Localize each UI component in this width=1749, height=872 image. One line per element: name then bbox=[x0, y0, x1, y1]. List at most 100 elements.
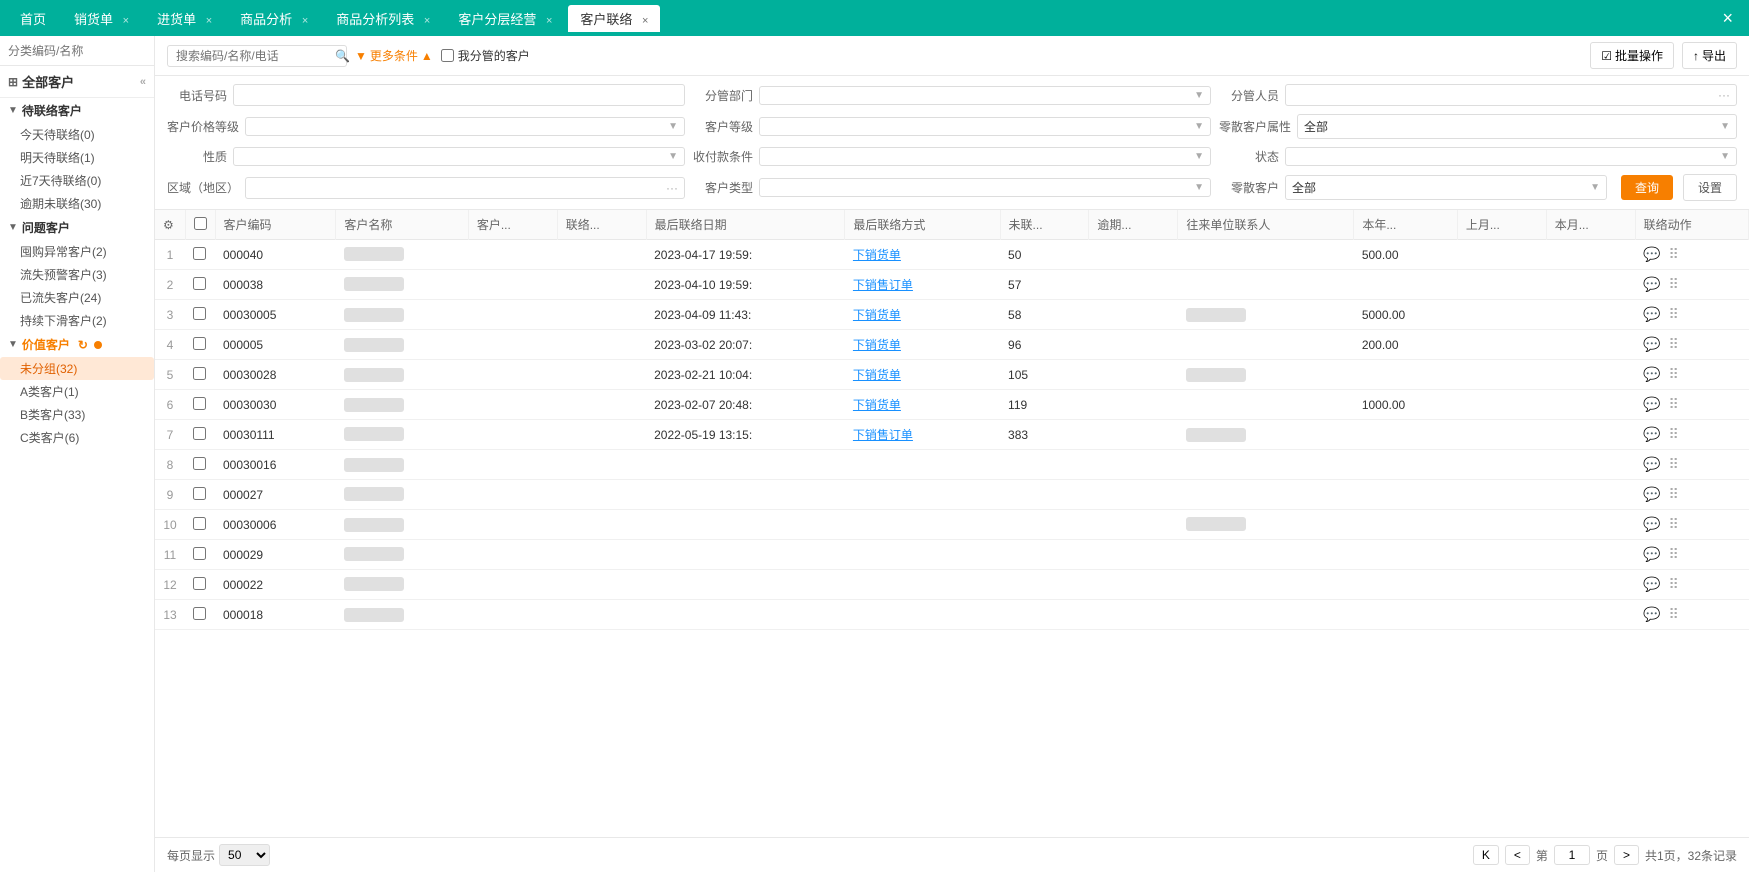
row-checkbox[interactable] bbox=[193, 517, 206, 530]
row-checkbox[interactable] bbox=[193, 397, 206, 410]
sidebar-item-class-a[interactable]: A类客户(1) bbox=[0, 380, 154, 403]
sidebar-group-pending[interactable]: ▼ 待联络客户 bbox=[0, 98, 154, 123]
more-action-icon[interactable]: ⠿ bbox=[1669, 366, 1679, 383]
more-action-icon[interactable]: ⠿ bbox=[1669, 336, 1679, 353]
select-all-checkbox[interactable] bbox=[194, 217, 207, 230]
sidebar-group-problem[interactable]: ▼ 问题客户 bbox=[0, 215, 154, 240]
contact-action-icon[interactable]: 💬 bbox=[1643, 606, 1660, 623]
manager-input[interactable]: ··· bbox=[1285, 84, 1737, 106]
sidebar-item-tomorrow[interactable]: 明天待联络(1) bbox=[0, 146, 154, 169]
sidebar-item-ungroup[interactable]: 未分组(32) bbox=[0, 357, 154, 380]
dept-select[interactable]: ▼ bbox=[759, 86, 1211, 105]
main-search-input[interactable] bbox=[176, 49, 331, 63]
row-checkbox[interactable] bbox=[193, 367, 206, 380]
query-btn[interactable]: 查询 bbox=[1621, 175, 1673, 200]
nav-tab-customer-contact[interactable]: 客户联络 × bbox=[568, 5, 660, 32]
sidebar-item-churn-warning[interactable]: 流失预警客户(3) bbox=[0, 263, 154, 286]
customer-level-select[interactable]: ▼ bbox=[759, 117, 1211, 136]
my-customer-checkbox[interactable]: 我分管的客户 bbox=[441, 47, 530, 64]
customer-type-select[interactable]: ▼ bbox=[759, 178, 1211, 197]
more-action-icon[interactable]: ⠿ bbox=[1669, 396, 1679, 413]
sidebar-item-class-b[interactable]: B类客户(33) bbox=[0, 403, 154, 426]
sidebar-search-input[interactable] bbox=[8, 44, 155, 58]
nav-tab-customer-ops[interactable]: 客户分层经营 × bbox=[446, 5, 564, 32]
sidebar-item-hoarding[interactable]: 囤购异常客户(2) bbox=[0, 240, 154, 263]
main-search-icon[interactable]: 🔍 bbox=[335, 49, 350, 63]
th-settings[interactable]: ⚙ bbox=[155, 210, 185, 240]
last-contact-type-link[interactable]: 下销货单 bbox=[853, 338, 901, 352]
contact-action-icon[interactable]: 💬 bbox=[1643, 276, 1660, 293]
status-select[interactable]: ▼ bbox=[1285, 147, 1737, 166]
more-conditions-btn[interactable]: ▼ 更多条件 ▲ bbox=[355, 47, 433, 64]
more-action-icon[interactable]: ⠿ bbox=[1669, 576, 1679, 593]
window-close-icon[interactable]: × bbox=[1714, 8, 1741, 29]
more-action-icon[interactable]: ⠿ bbox=[1669, 516, 1679, 533]
sidebar-all-customers[interactable]: ⊞ 全部客户 « bbox=[0, 66, 154, 98]
collapse-icon[interactable]: « bbox=[140, 76, 146, 88]
region-input[interactable]: ··· bbox=[245, 177, 685, 199]
first-page-btn[interactable]: K bbox=[1473, 845, 1499, 865]
row-checkbox[interactable] bbox=[193, 247, 206, 260]
close-purchase-icon[interactable]: × bbox=[206, 15, 212, 27]
contact-action-icon[interactable]: 💬 bbox=[1643, 486, 1660, 503]
last-contact-type-link[interactable]: 下销售订单 bbox=[853, 278, 913, 292]
prev-page-btn[interactable]: < bbox=[1505, 845, 1530, 865]
sidebar-item-class-c[interactable]: C类客户(6) bbox=[0, 426, 154, 449]
row-checkbox[interactable] bbox=[193, 607, 206, 620]
nature-select[interactable]: ▼ bbox=[233, 147, 685, 166]
more-action-icon[interactable]: ⠿ bbox=[1669, 486, 1679, 503]
sidebar-item-declining[interactable]: 持续下滑客户(2) bbox=[0, 309, 154, 332]
last-contact-type-link[interactable]: 下销货单 bbox=[853, 248, 901, 262]
more-action-icon[interactable]: ⠿ bbox=[1669, 546, 1679, 563]
contact-action-icon[interactable]: 💬 bbox=[1643, 456, 1660, 473]
contact-action-icon[interactable]: 💬 bbox=[1643, 426, 1660, 443]
row-checkbox[interactable] bbox=[193, 487, 206, 500]
phone-input[interactable] bbox=[233, 84, 685, 106]
close-customer-contact-icon[interactable]: × bbox=[642, 15, 648, 27]
reset-btn[interactable]: 设置 bbox=[1683, 174, 1737, 201]
last-contact-type-link[interactable]: 下销货单 bbox=[853, 398, 901, 412]
retail-customer-select[interactable]: 全部 ▼ bbox=[1285, 175, 1607, 200]
contact-action-icon[interactable]: 💬 bbox=[1643, 336, 1660, 353]
my-customer-check[interactable] bbox=[441, 49, 454, 62]
contact-action-icon[interactable]: 💬 bbox=[1643, 246, 1660, 263]
contact-action-icon[interactable]: 💬 bbox=[1643, 306, 1660, 323]
close-product-list-icon[interactable]: × bbox=[424, 15, 430, 27]
th-checkbox[interactable] bbox=[185, 210, 215, 240]
last-contact-type-link[interactable]: 下销货单 bbox=[853, 308, 901, 322]
contact-action-icon[interactable]: 💬 bbox=[1643, 366, 1660, 383]
next-page-btn[interactable]: > bbox=[1614, 845, 1639, 865]
export-btn[interactable]: ↑ 导出 bbox=[1682, 42, 1737, 69]
sidebar-item-churned[interactable]: 已流失客户(24) bbox=[0, 286, 154, 309]
nav-tab-product-analysis[interactable]: 商品分析 × bbox=[228, 5, 320, 32]
row-checkbox[interactable] bbox=[193, 547, 206, 560]
payment-select[interactable]: ▼ bbox=[759, 147, 1211, 166]
row-checkbox[interactable] bbox=[193, 457, 206, 470]
retail-attr-select[interactable]: 全部 ▼ bbox=[1297, 114, 1737, 139]
contact-action-icon[interactable]: 💬 bbox=[1643, 396, 1660, 413]
row-checkbox[interactable] bbox=[193, 277, 206, 290]
last-contact-type-link[interactable]: 下销售订单 bbox=[853, 428, 913, 442]
row-checkbox[interactable] bbox=[193, 577, 206, 590]
price-level-select[interactable]: ▼ bbox=[245, 117, 685, 136]
page-size-select[interactable]: 50 10 20 100 bbox=[219, 844, 270, 866]
contact-action-icon[interactable]: 💬 bbox=[1643, 576, 1660, 593]
more-action-icon[interactable]: ⠿ bbox=[1669, 276, 1679, 293]
sidebar-item-7days[interactable]: 近7天待联络(0) bbox=[0, 169, 154, 192]
row-checkbox[interactable] bbox=[193, 307, 206, 320]
close-customer-ops-icon[interactable]: × bbox=[546, 15, 552, 27]
more-action-icon[interactable]: ⠿ bbox=[1669, 246, 1679, 263]
refresh-icon[interactable]: ↻ bbox=[78, 338, 88, 352]
more-action-icon[interactable]: ⠿ bbox=[1669, 426, 1679, 443]
contact-action-icon[interactable]: 💬 bbox=[1643, 516, 1660, 533]
contact-action-icon[interactable]: 💬 bbox=[1643, 546, 1660, 563]
nav-tab-purchase[interactable]: 进货单 × bbox=[145, 5, 224, 32]
close-product-analysis-icon[interactable]: × bbox=[302, 15, 308, 27]
sidebar-item-overdue[interactable]: 逾期未联络(30) bbox=[0, 192, 154, 215]
more-action-icon[interactable]: ⠿ bbox=[1669, 606, 1679, 623]
more-action-icon[interactable]: ⠿ bbox=[1669, 456, 1679, 473]
last-contact-type-link[interactable]: 下销货单 bbox=[853, 368, 901, 382]
more-action-icon[interactable]: ⠿ bbox=[1669, 306, 1679, 323]
sidebar-item-today[interactable]: 今天待联络(0) bbox=[0, 123, 154, 146]
nav-home[interactable]: 首页 bbox=[8, 5, 58, 32]
